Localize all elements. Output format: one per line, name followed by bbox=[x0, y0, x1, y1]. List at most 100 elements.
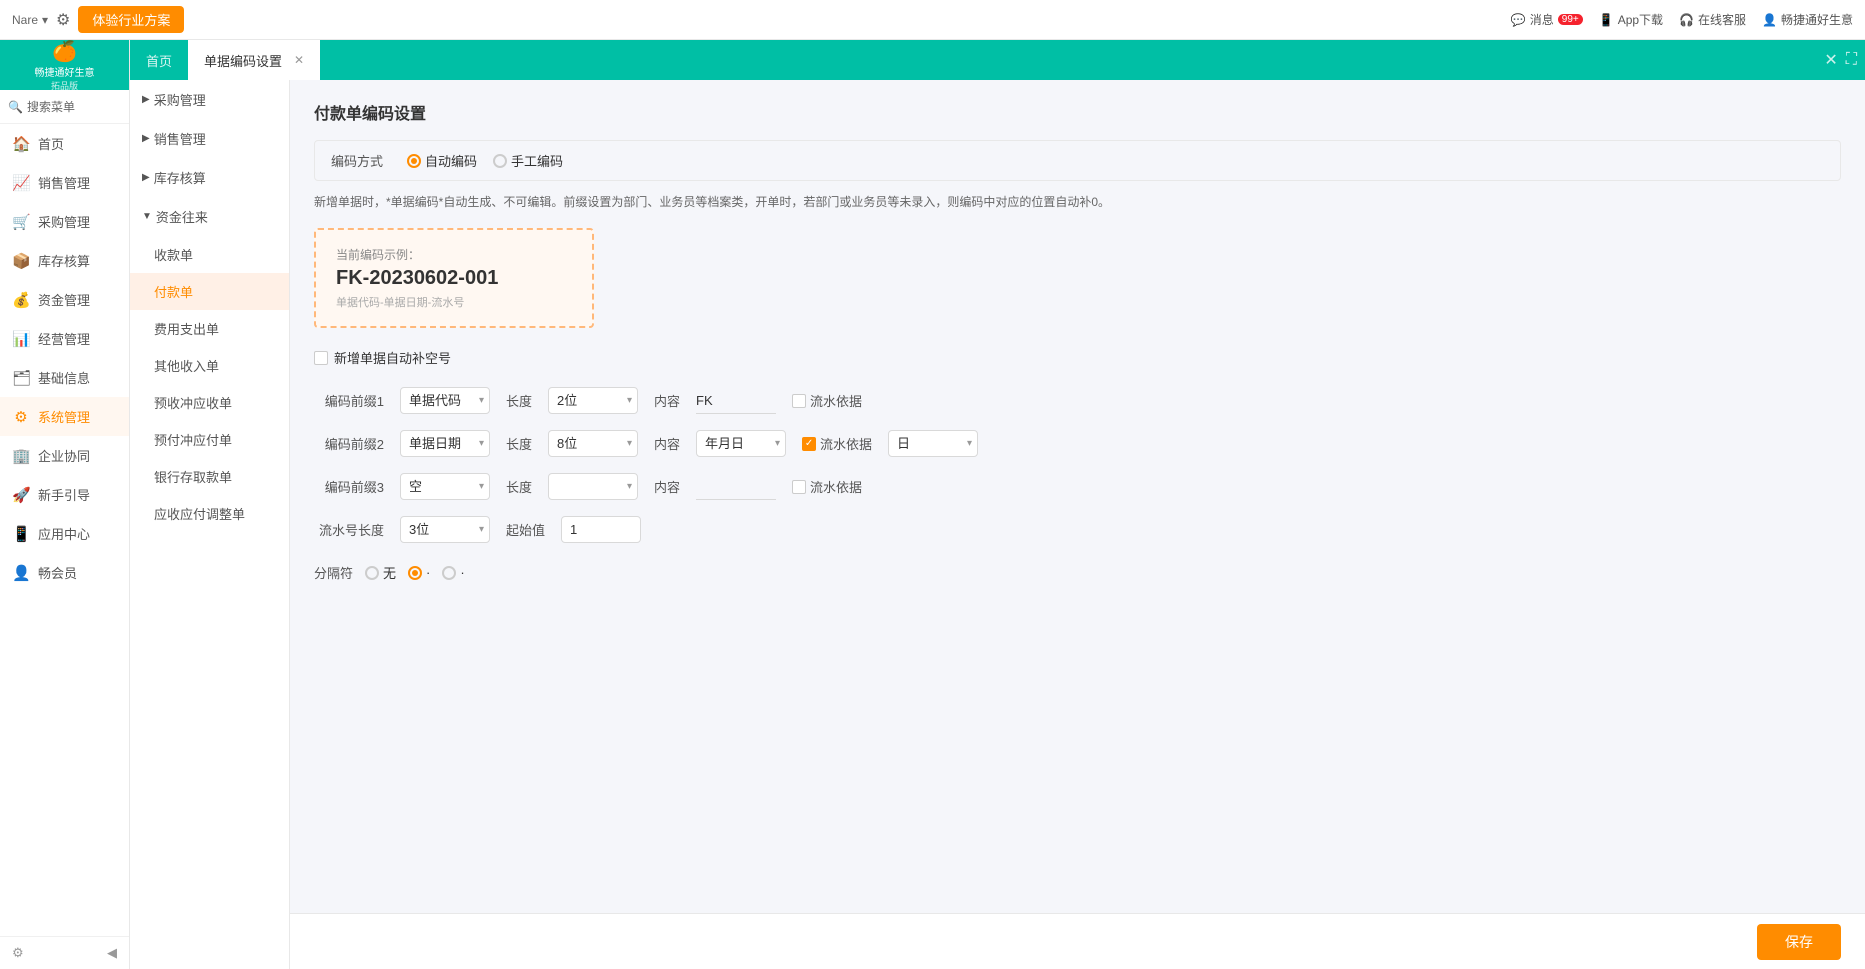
content2-label: 内容 bbox=[654, 434, 680, 453]
sec-group-purchase-label: 采购管理 bbox=[154, 90, 206, 109]
serial3-checkbox[interactable]: 流水依据 bbox=[792, 477, 862, 496]
page-content: 付款单编码设置 编码方式 自动编码 手工编码 bbox=[290, 80, 1865, 913]
prefix1-select-wrapper[interactable]: 单据代码 bbox=[400, 387, 490, 414]
sidebar-item-sales[interactable]: 📈 销售管理 bbox=[0, 163, 129, 202]
guide-icon: 🚀 bbox=[12, 486, 30, 504]
finance-icon: 💰 bbox=[12, 291, 30, 309]
prefix3-select-wrapper[interactable]: 空 bbox=[400, 473, 490, 500]
length1-select-wrapper[interactable]: 2位 bbox=[548, 387, 638, 414]
sec-group-capital-title[interactable]: ▼ 资金往来 bbox=[130, 197, 289, 236]
gear-icon[interactable]: ⚙ bbox=[56, 10, 70, 30]
sec-item-prepaid-pay[interactable]: 预付冲应付单 bbox=[130, 421, 289, 458]
headset-icon: 🎧 bbox=[1679, 13, 1694, 27]
auto-fill-checkbox[interactable] bbox=[314, 351, 328, 365]
operation-icon: 📊 bbox=[12, 330, 30, 348]
tabbar-expand-button[interactable]: ⛶ bbox=[1846, 51, 1857, 69]
sidebar-item-enterprise[interactable]: 🏢 企业协同 bbox=[0, 436, 129, 475]
tab-close-icon[interactable]: ✕ bbox=[294, 53, 304, 67]
prefix3-select[interactable]: 空 bbox=[400, 473, 490, 500]
app-download-item[interactable]: 📱 App下载 bbox=[1599, 11, 1663, 28]
prefix1-select[interactable]: 单据代码 bbox=[400, 387, 490, 414]
serial3-checkbox-box bbox=[792, 480, 806, 494]
sidebar-item-finance[interactable]: 💰 资金管理 bbox=[0, 280, 129, 319]
sidebar-search[interactable]: 🔍 搜索菜单 bbox=[0, 90, 129, 124]
footer-settings-icon[interactable]: ⚙ bbox=[12, 945, 24, 961]
sidebar-item-guide[interactable]: 🚀 新手引导 bbox=[0, 475, 129, 514]
message-item[interactable]: 💬 消息 99+ bbox=[1511, 11, 1583, 28]
sec-item-receipt[interactable]: 收款单 bbox=[130, 236, 289, 273]
length3-select-wrapper[interactable] bbox=[548, 473, 638, 500]
sep-other-radio[interactable]: · bbox=[442, 565, 464, 580]
save-button[interactable]: 保存 bbox=[1757, 924, 1841, 960]
prefix3-row: 编码前缀3 空 长度 bbox=[314, 473, 1841, 500]
auto-fill-row: 新增单据自动补空号 bbox=[314, 348, 1841, 367]
tab-home[interactable]: 首页 bbox=[130, 40, 188, 80]
sec-group-purchase-title[interactable]: ▶ 采购管理 bbox=[130, 80, 289, 119]
sep-dot-radio[interactable]: · bbox=[408, 565, 430, 580]
sidebar-item-inventory[interactable]: 📦 库存核算 bbox=[0, 241, 129, 280]
sidebar-item-operation[interactable]: 📊 经营管理 bbox=[0, 319, 129, 358]
serial2-checkbox[interactable]: ✓ 流水依据 bbox=[802, 434, 872, 453]
length2-select[interactable]: 8位 bbox=[548, 430, 638, 457]
user-item[interactable]: 👤 畅捷通好生意 bbox=[1762, 11, 1853, 28]
member-icon: 👤 bbox=[12, 564, 30, 582]
serial2-unit-select-wrapper[interactable]: 日 bbox=[888, 430, 978, 457]
sidebar-item-label: 系统管理 bbox=[38, 407, 90, 426]
sec-item-expense[interactable]: 费用支出单 bbox=[130, 310, 289, 347]
sidebar-item-purchase[interactable]: 🛒 采购管理 bbox=[0, 202, 129, 241]
sec-group-inventory: ▶ 库存核算 bbox=[130, 158, 289, 197]
prefix2-select-wrapper[interactable]: 单据日期 bbox=[400, 430, 490, 457]
tabbar-close-button[interactable]: ✕ bbox=[1824, 50, 1837, 70]
content2-select[interactable]: 年月日 bbox=[696, 430, 786, 457]
serial-length-select[interactable]: 3位 bbox=[400, 516, 490, 543]
footer-collapse-icon[interactable]: ◀ bbox=[107, 945, 117, 961]
app-icon: 📱 bbox=[1599, 13, 1614, 27]
sec-item-ap-adjust[interactable]: 应收应付调整单 bbox=[130, 495, 289, 532]
length1-select[interactable]: 2位 bbox=[548, 387, 638, 414]
message-badge: 99+ bbox=[1558, 14, 1583, 25]
sec-group-sales-title[interactable]: ▶ 销售管理 bbox=[130, 119, 289, 158]
topbar-dropdown[interactable]: Nare ▾ bbox=[12, 13, 48, 27]
sec-item-payment[interactable]: 付款单 bbox=[130, 273, 289, 310]
length2-select-wrapper[interactable]: 8位 bbox=[548, 430, 638, 457]
sidebar-item-label: 新手引导 bbox=[38, 485, 90, 504]
serial-length-label: 流水号长度 bbox=[314, 520, 384, 539]
sec-group-inventory-title[interactable]: ▶ 库存核算 bbox=[130, 158, 289, 197]
sidebar-item-basic[interactable]: 🗂 基础信息 bbox=[0, 358, 129, 397]
sidebar-item-system[interactable]: ⚙ 系统管理 bbox=[0, 397, 129, 436]
code-preview-value: FK-20230602-001 bbox=[336, 267, 572, 290]
tab-code-setting[interactable]: 单据编码设置 ✕ bbox=[188, 40, 320, 80]
sep-none-radio[interactable]: 无 bbox=[365, 563, 396, 582]
sidebar-nav: 🏠 首页 📈 销售管理 🛒 采购管理 📦 库存核算 💰 资金管理 📊 经 bbox=[0, 124, 129, 936]
auto-fill-label: 新增单据自动补空号 bbox=[334, 348, 451, 367]
sidebar-item-home[interactable]: 🏠 首页 bbox=[0, 124, 129, 163]
sec-item-other-income[interactable]: 其他收入单 bbox=[130, 347, 289, 384]
length1-label: 长度 bbox=[506, 391, 532, 410]
serial-length-select-wrapper[interactable]: 3位 bbox=[400, 516, 490, 543]
length3-select[interactable] bbox=[548, 473, 638, 500]
auto-code-radio[interactable]: 自动编码 bbox=[407, 151, 477, 170]
serial2-unit-select[interactable]: 日 bbox=[888, 430, 978, 457]
separator-label: 分隔符 bbox=[314, 563, 353, 582]
start-value-input[interactable] bbox=[561, 516, 641, 543]
arrow-right-icon: ▶ bbox=[142, 94, 150, 105]
bottom-bar: 保存 bbox=[290, 913, 1865, 969]
sidebar-item-label: 库存核算 bbox=[38, 251, 90, 270]
sidebar-item-label: 企业协同 bbox=[38, 446, 90, 465]
encoding-radio-group: 自动编码 手工编码 bbox=[407, 151, 563, 170]
sidebar-item-app-center[interactable]: 📱 应用中心 bbox=[0, 514, 129, 553]
code-preview-label: 当前编码示例： bbox=[336, 246, 572, 263]
serial1-checkbox[interactable]: 流水依据 bbox=[792, 391, 862, 410]
sec-item-prepaid-ar[interactable]: 预收冲应收单 bbox=[130, 384, 289, 421]
arrow-right-icon3: ▶ bbox=[142, 172, 150, 183]
online-service-item[interactable]: 🎧 在线客服 bbox=[1679, 11, 1746, 28]
logo-sub: 拓品版 bbox=[51, 79, 78, 92]
sec-item-bank-deposit[interactable]: 银行存取款单 bbox=[130, 458, 289, 495]
content2-select-wrapper[interactable]: 年月日 bbox=[696, 430, 786, 457]
prefix2-select[interactable]: 单据日期 bbox=[400, 430, 490, 457]
manual-code-radio[interactable]: 手工编码 bbox=[493, 151, 563, 170]
sidebar-item-member[interactable]: 👤 畅会员 bbox=[0, 553, 129, 592]
serial2-label: 流水依据 bbox=[820, 434, 872, 453]
trial-button[interactable]: 体验行业方案 bbox=[78, 6, 184, 33]
inventory-icon: 📦 bbox=[12, 252, 30, 270]
